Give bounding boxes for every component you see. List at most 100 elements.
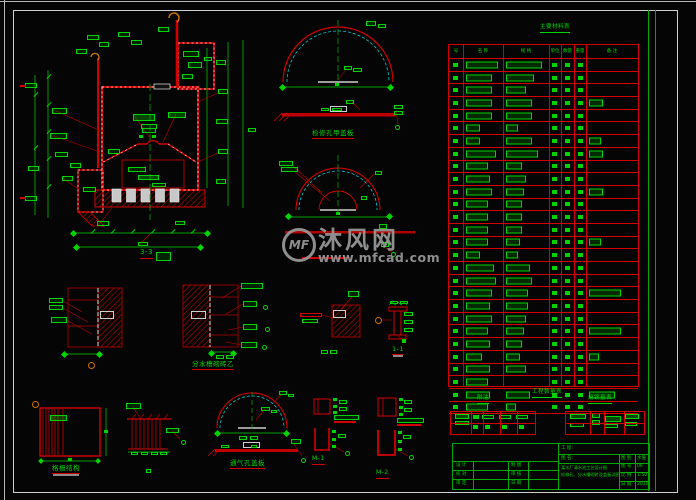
- annotation-p: [49, 298, 63, 303]
- table-row: [449, 72, 638, 85]
- annotation-p: [397, 418, 424, 423]
- annotation-p: [394, 105, 403, 109]
- annotation-s: [332, 438, 336, 441]
- annotation-P: [168, 112, 186, 118]
- annotation-p: [353, 68, 362, 72]
- column-header: 名 称: [478, 48, 488, 54]
- annotation-p: [404, 320, 413, 324]
- column-header: 数量: [563, 48, 572, 54]
- material-table-body: [449, 59, 638, 414]
- annotation-p: [182, 74, 193, 79]
- annotation-p: [188, 62, 202, 68]
- annotation-p: [216, 179, 226, 184]
- quantity-table-title: 工程数量表: [532, 390, 562, 398]
- annotation-p: [261, 407, 270, 411]
- annotation-p: [216, 60, 226, 65]
- table-row: [449, 325, 638, 338]
- annotation-oc: [88, 362, 95, 369]
- annotation-s: [332, 445, 336, 448]
- annotation-gc: [345, 451, 350, 456]
- annotation-gc: [409, 455, 414, 460]
- annotation-d: [208, 350, 215, 357]
- annotation-rl: [397, 424, 421, 426]
- annotation-p: [108, 149, 120, 154]
- annotation-p: [281, 167, 298, 172]
- notes-table-title: 附注: [477, 396, 489, 404]
- column-header: 备 注: [607, 48, 617, 54]
- annotation-s: [398, 440, 402, 443]
- table-row: [449, 224, 638, 237]
- annotation-p: [156, 252, 171, 261]
- annotation-p: [118, 32, 130, 37]
- annotation-p: [239, 436, 247, 440]
- annotation-p: [216, 355, 224, 359]
- annotation-p: [339, 407, 347, 411]
- table-row: [449, 97, 638, 110]
- table-row: [449, 287, 638, 300]
- annotation-d: [96, 351, 103, 358]
- table-row: [449, 351, 638, 364]
- annotation-p: [291, 439, 301, 444]
- annotation-oc: [32, 401, 39, 408]
- annotation-p: [151, 452, 158, 455]
- material-table: 号名 称规 格单位数量重量备 注: [448, 44, 639, 387]
- drawing-name-label: 图 名:: [561, 457, 573, 462]
- annotation-p: [394, 111, 403, 115]
- annotation-gc: [301, 458, 306, 463]
- material-table-title: 主要材料表: [540, 25, 570, 33]
- annotation-t: [131, 229, 136, 234]
- table-row: [449, 364, 638, 377]
- mfcad-logo: MF: [282, 228, 316, 262]
- annotation-rl: [20, 85, 26, 87]
- annotation-p: [279, 391, 287, 395]
- detail-title-section: 3-3: [140, 249, 153, 259]
- annotation-p: [138, 242, 148, 246]
- annotation-s: [139, 135, 143, 138]
- annotation-gc: [262, 345, 267, 350]
- table-row: [449, 199, 638, 212]
- annotation-p: [400, 301, 408, 304]
- annotation-p: [404, 408, 412, 412]
- annotation-t: [34, 145, 39, 150]
- watermark: MF 沐风网 www.mfcad.com: [280, 222, 440, 272]
- annotation-p: [76, 49, 87, 54]
- annotation-d: [95, 458, 101, 464]
- annotation-p: [375, 171, 382, 175]
- annotation-p: [142, 128, 156, 133]
- annotation-oc: [375, 317, 382, 324]
- annotation-p: [51, 317, 67, 323]
- annotation-p: [241, 283, 263, 289]
- annotation-s: [399, 406, 403, 409]
- annotation-t: [47, 74, 52, 79]
- annotation-p: [175, 221, 185, 225]
- table-row: [449, 161, 638, 174]
- annotation-p: [52, 108, 67, 114]
- annotation-p: [216, 119, 228, 124]
- annotation-p: [62, 176, 73, 181]
- annotation-p: [158, 27, 169, 32]
- annotation-t: [151, 229, 156, 234]
- annotation-p: [250, 436, 258, 440]
- annotation-p: [141, 452, 148, 455]
- annotation-p: [50, 133, 67, 139]
- table-row: [449, 249, 638, 262]
- annotation-p: [361, 196, 367, 200]
- annotation-p: [218, 149, 228, 154]
- annotation-d: [204, 230, 211, 237]
- annotation-p: [218, 89, 228, 94]
- sheet-type-value: 水施: [637, 457, 646, 462]
- annotation-p: [251, 445, 257, 448]
- cad-canvas: 3-3 检修孔甲盖板 分水槽砌砖乙 1-1 格栅结构 通气孔盖板 M-1 M-2…: [0, 0, 696, 500]
- table-row: [449, 275, 638, 288]
- table-row: [449, 148, 638, 161]
- table-row: [449, 313, 638, 326]
- role-date: 日 期: [511, 482, 521, 487]
- annotation-p: [131, 452, 138, 455]
- annotation-p: [366, 21, 376, 26]
- annotation-s: [333, 398, 337, 401]
- annotation-t: [191, 229, 196, 234]
- annotation-p: [25, 83, 37, 88]
- role-approve: 审 定: [456, 482, 466, 487]
- annotation-p: [344, 66, 352, 70]
- annotation-p: [160, 452, 167, 455]
